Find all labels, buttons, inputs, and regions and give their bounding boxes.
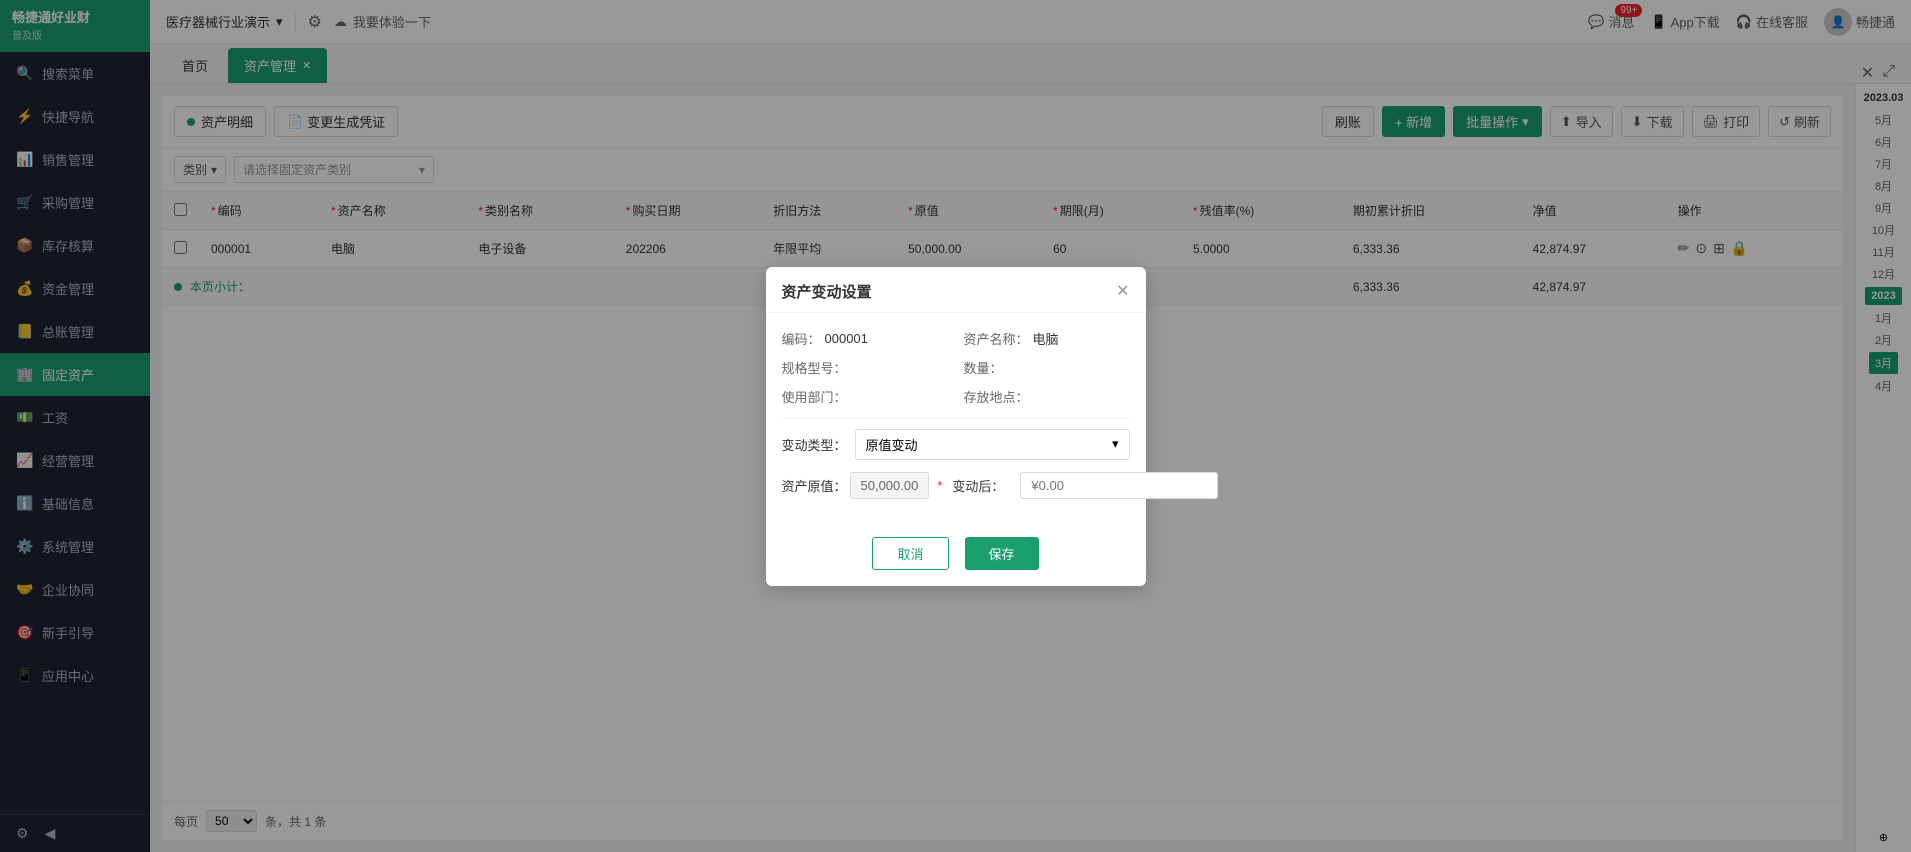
modal-change-type-select[interactable]: 原值变动 ▾ [855,429,1130,460]
modal-location-field: 存放地点： [964,387,1130,406]
modal-divider [782,418,1130,419]
modal-required-star: * [937,478,942,493]
modal-select-dropdown-icon: ▾ [1112,436,1119,452]
modal-department-label: 使用部门： [782,387,847,406]
modal-code-value: 000001 [825,331,868,346]
modal-location-label: 存放地点： [964,387,1029,406]
modal-original-value-display: 50,000.00 [850,472,930,499]
modal-code-field: 编码： 000001 [782,329,948,348]
modal-change-type-value: 原值变动 [866,435,1106,454]
modal-after-change-label: 变动后： [952,476,1012,495]
modal-close-btn[interactable]: ✕ [1116,281,1129,301]
save-button[interactable]: 保存 [965,537,1039,570]
modal-body: 编码： 000001 资产名称： 电脑 规格型号： 数量： 使用部门： [766,313,1146,527]
modal-quantity-label: 数量： [964,358,1003,377]
modal-after-change-input[interactable] [1020,472,1218,499]
modal-change-type-label: 变动类型： [782,435,847,454]
modal-name-value: 电脑 [1033,329,1059,348]
modal-title: 资产变动设置 [782,281,872,302]
asset-change-modal: 资产变动设置 ✕ 编码： 000001 资产名称： 电脑 规格型号： 数量： [766,267,1146,586]
modal-info-grid: 编码： 000001 资产名称： 电脑 规格型号： 数量： 使用部门： [782,329,1130,406]
cancel-button[interactable]: 取消 [872,537,948,570]
modal-overlay: 资产变动设置 ✕ 编码： 000001 资产名称： 电脑 规格型号： 数量： [0,0,1911,852]
modal-change-type-field: 变动类型： 原值变动 ▾ [782,429,1130,460]
modal-header: 资产变动设置 ✕ [766,267,1146,313]
modal-footer: 取消 保存 [766,527,1146,586]
modal-original-value-field: 资产原值： 50,000.00 * 变动后： [782,472,1130,499]
modal-spec-label: 规格型号： [782,358,847,377]
modal-name-field: 资产名称： 电脑 [964,329,1130,348]
modal-quantity-field: 数量： [964,358,1130,377]
modal-code-label: 编码： [782,329,821,348]
modal-department-field: 使用部门： [782,387,948,406]
modal-spec-field: 规格型号： [782,358,948,377]
modal-name-label: 资产名称： [964,329,1029,348]
modal-original-value-label: 资产原值： [782,476,842,495]
